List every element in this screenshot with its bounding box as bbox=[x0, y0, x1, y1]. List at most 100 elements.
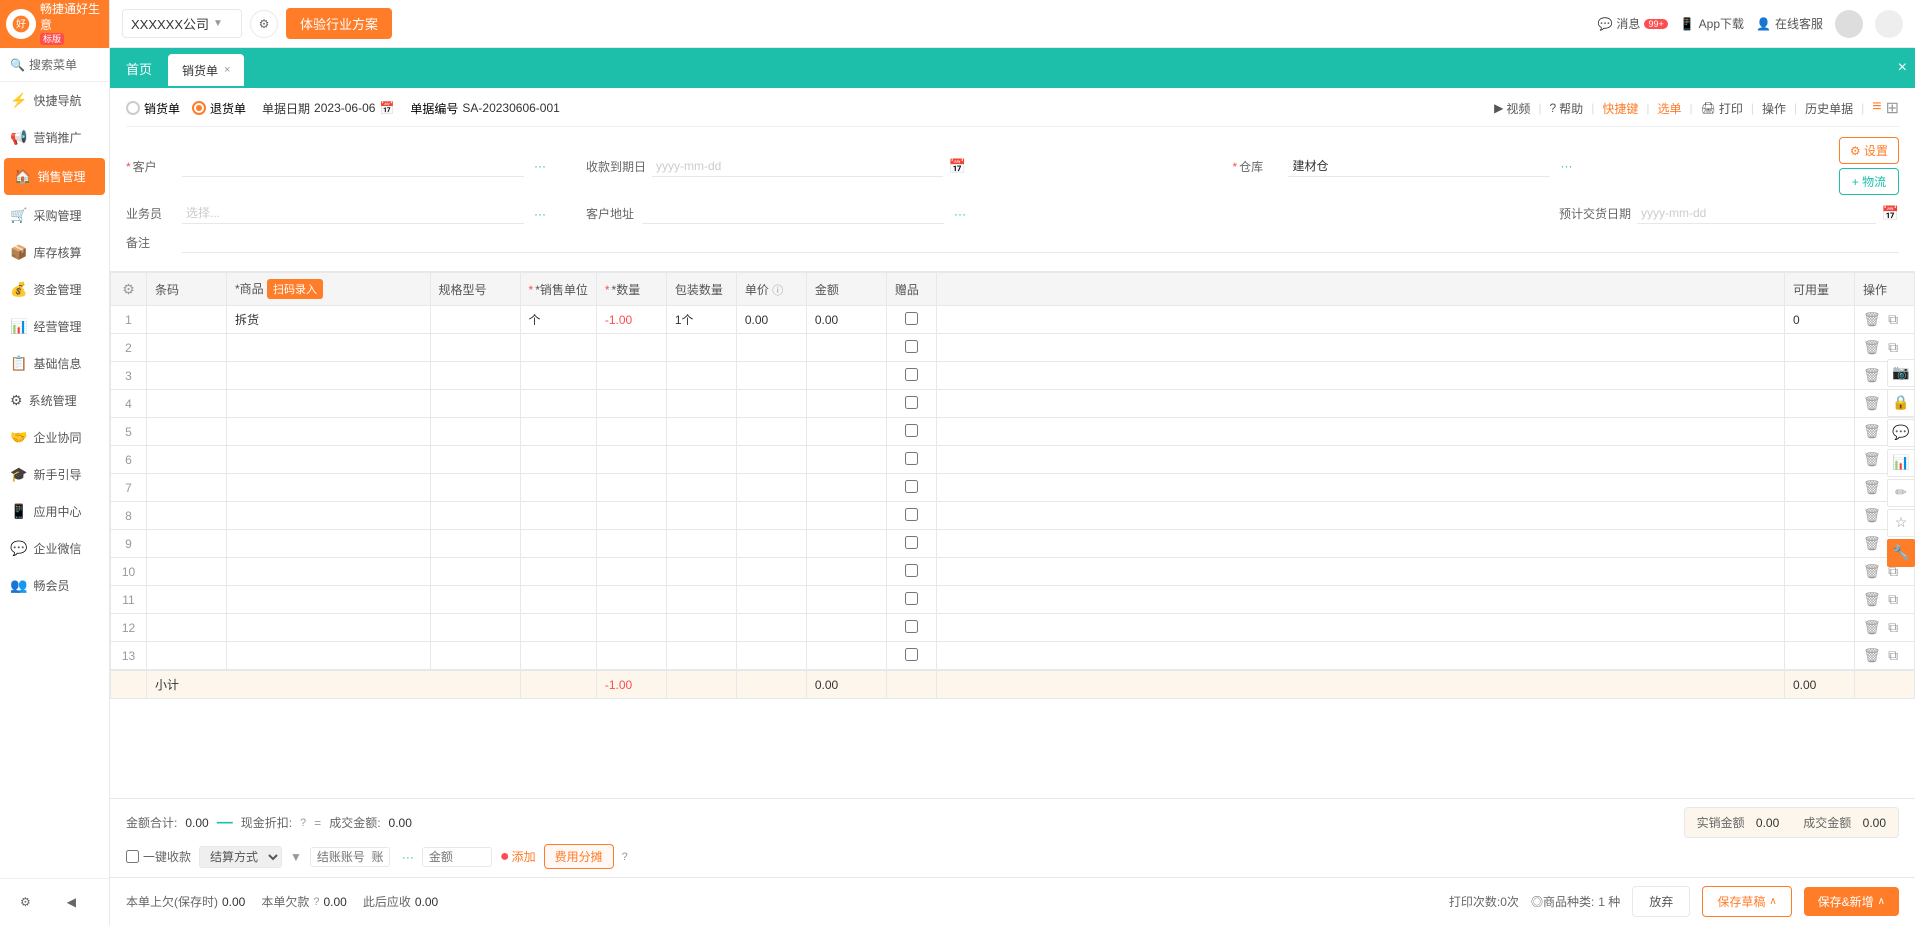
gift-cell[interactable] bbox=[886, 530, 936, 558]
amount-cell[interactable]: 0.00 bbox=[806, 306, 886, 334]
pkg-qty-cell[interactable] bbox=[666, 558, 736, 586]
pkg-qty-cell[interactable] bbox=[666, 502, 736, 530]
delete-row-icon[interactable]: 🗑 bbox=[1863, 423, 1881, 439]
payment-due-calendar-icon[interactable]: 📅 bbox=[949, 158, 966, 175]
price-cell[interactable] bbox=[736, 530, 806, 558]
spec-cell[interactable] bbox=[430, 334, 520, 362]
amount-cell[interactable] bbox=[806, 334, 886, 362]
price-cell[interactable] bbox=[736, 586, 806, 614]
barcode-cell[interactable] bbox=[147, 642, 227, 671]
unit-cell[interactable] bbox=[520, 530, 596, 558]
action-operate[interactable]: 操作 bbox=[1762, 100, 1786, 117]
delete-row-icon[interactable]: 🗑 bbox=[1863, 647, 1881, 663]
price-info-icon[interactable]: ⓘ bbox=[772, 285, 783, 297]
account-dots-btn[interactable]: ··· bbox=[402, 850, 414, 864]
unit-cell[interactable] bbox=[520, 642, 596, 671]
gift-cell[interactable] bbox=[886, 502, 936, 530]
product-cell[interactable] bbox=[227, 530, 431, 558]
unit-cell[interactable] bbox=[520, 474, 596, 502]
spec-cell[interactable] bbox=[430, 614, 520, 642]
warehouse-dots-btn[interactable]: ··· bbox=[1560, 159, 1572, 173]
setting-button[interactable]: ⚙ 设置 bbox=[1839, 137, 1899, 164]
action-help[interactable]: ? 帮助 bbox=[1549, 100, 1583, 117]
save-new-button[interactable]: 保存&新增 ∧ bbox=[1804, 887, 1899, 916]
sidebar-item-members[interactable]: 👥 畅会员 bbox=[0, 567, 109, 604]
action-video[interactable]: ▶ 视频 bbox=[1494, 100, 1530, 117]
product-cell[interactable] bbox=[227, 586, 431, 614]
amount-cell[interactable] bbox=[806, 446, 886, 474]
price-cell[interactable] bbox=[736, 362, 806, 390]
rt-chart-btn[interactable]: 📊 bbox=[1887, 449, 1915, 477]
calendar-icon[interactable]: 📅 bbox=[379, 101, 394, 115]
amount-cell[interactable] bbox=[806, 390, 886, 418]
pkg-qty-cell[interactable] bbox=[666, 334, 736, 362]
barcode-cell[interactable] bbox=[147, 614, 227, 642]
sidebar-item-sales-mgmt[interactable]: 🏠 销售管理 bbox=[4, 158, 105, 195]
message-btn[interactable]: 💬 消息 99+ bbox=[1597, 15, 1667, 32]
spec-cell[interactable] bbox=[430, 642, 520, 671]
gift-cell[interactable] bbox=[886, 306, 936, 334]
action-select[interactable]: 选单 bbox=[1657, 100, 1681, 117]
action-shortcut[interactable]: 快捷键 bbox=[1602, 100, 1638, 117]
product-cell[interactable] bbox=[227, 502, 431, 530]
qty-cell[interactable] bbox=[596, 334, 666, 362]
sidebar-settings-btn[interactable]: ⚙ bbox=[10, 887, 41, 917]
barcode-cell[interactable] bbox=[147, 474, 227, 502]
customer-address-input[interactable] bbox=[642, 203, 944, 224]
barcode-cell[interactable] bbox=[147, 502, 227, 530]
delete-row-icon[interactable]: 🗑 bbox=[1863, 451, 1881, 467]
unit-cell[interactable] bbox=[520, 446, 596, 474]
pkg-qty-cell[interactable] bbox=[666, 390, 736, 418]
product-cell[interactable] bbox=[227, 362, 431, 390]
product-cell[interactable]: 拆货 bbox=[227, 306, 431, 334]
qty-cell[interactable] bbox=[596, 642, 666, 671]
qty-cell[interactable] bbox=[596, 390, 666, 418]
barcode-cell[interactable] bbox=[147, 334, 227, 362]
product-cell[interactable] bbox=[227, 418, 431, 446]
company-selector[interactable]: XXXXXX公司 ▼ bbox=[122, 9, 242, 38]
rt-lock-btn[interactable]: 🔒 bbox=[1887, 389, 1915, 417]
barcode-cell[interactable] bbox=[147, 586, 227, 614]
sidebar-item-marketing[interactable]: 📢 营销推广 bbox=[0, 119, 109, 156]
sidebar-item-system-mgmt[interactable]: ⚙ 系统管理 bbox=[0, 382, 109, 419]
pkg-qty-cell[interactable] bbox=[666, 446, 736, 474]
arrears-info-icon[interactable]: ? bbox=[313, 896, 319, 908]
qty-cell[interactable] bbox=[596, 530, 666, 558]
barcode-cell[interactable] bbox=[147, 530, 227, 558]
fee-help-icon[interactable]: ? bbox=[622, 851, 628, 863]
product-cell[interactable] bbox=[227, 642, 431, 671]
pkg-qty-cell[interactable]: 1个 bbox=[666, 306, 736, 334]
fee-split-btn[interactable]: 费用分摊 bbox=[544, 844, 614, 869]
barcode-cell[interactable] bbox=[147, 418, 227, 446]
delete-row-icon[interactable]: 🗑 bbox=[1863, 367, 1881, 383]
app-download-btn[interactable]: 📱 App下载 bbox=[1680, 15, 1744, 32]
unit-cell[interactable] bbox=[520, 334, 596, 362]
qty-cell[interactable] bbox=[596, 474, 666, 502]
unit-cell[interactable]: 个 bbox=[520, 306, 596, 334]
discount-info-icon[interactable]: ? bbox=[300, 817, 306, 829]
spec-cell[interactable] bbox=[430, 530, 520, 558]
tab-close-icon[interactable]: × bbox=[224, 64, 230, 76]
price-cell[interactable] bbox=[736, 446, 806, 474]
pay-method-select[interactable]: 结算方式 bbox=[199, 846, 282, 868]
delete-row-icon[interactable]: 🗑 bbox=[1863, 619, 1881, 635]
unit-cell[interactable] bbox=[520, 558, 596, 586]
gift-cell[interactable] bbox=[886, 586, 936, 614]
online-service-btn[interactable]: 👤 在线客服 bbox=[1756, 15, 1823, 32]
price-cell[interactable]: 0.00 bbox=[736, 306, 806, 334]
unit-cell[interactable] bbox=[520, 502, 596, 530]
gift-cell[interactable] bbox=[886, 418, 936, 446]
rt-orange-btn[interactable]: 🔧 bbox=[1887, 539, 1915, 567]
one-key-pay-checkbox[interactable] bbox=[126, 850, 139, 863]
delivery-date-input[interactable] bbox=[1637, 203, 1876, 224]
price-cell[interactable] bbox=[736, 474, 806, 502]
spec-cell[interactable] bbox=[430, 502, 520, 530]
copy-row-icon[interactable]: ⧉ bbox=[1888, 311, 1898, 327]
product-cell[interactable] bbox=[227, 390, 431, 418]
gift-cell[interactable] bbox=[886, 446, 936, 474]
copy-row-icon[interactable]: ⧉ bbox=[1888, 339, 1898, 355]
unit-cell[interactable] bbox=[520, 614, 596, 642]
product-cell[interactable] bbox=[227, 558, 431, 586]
sidebar-search[interactable]: 🔍 搜索菜单 bbox=[0, 48, 109, 82]
salesperson-dots-btn[interactable]: ··· bbox=[534, 207, 546, 221]
